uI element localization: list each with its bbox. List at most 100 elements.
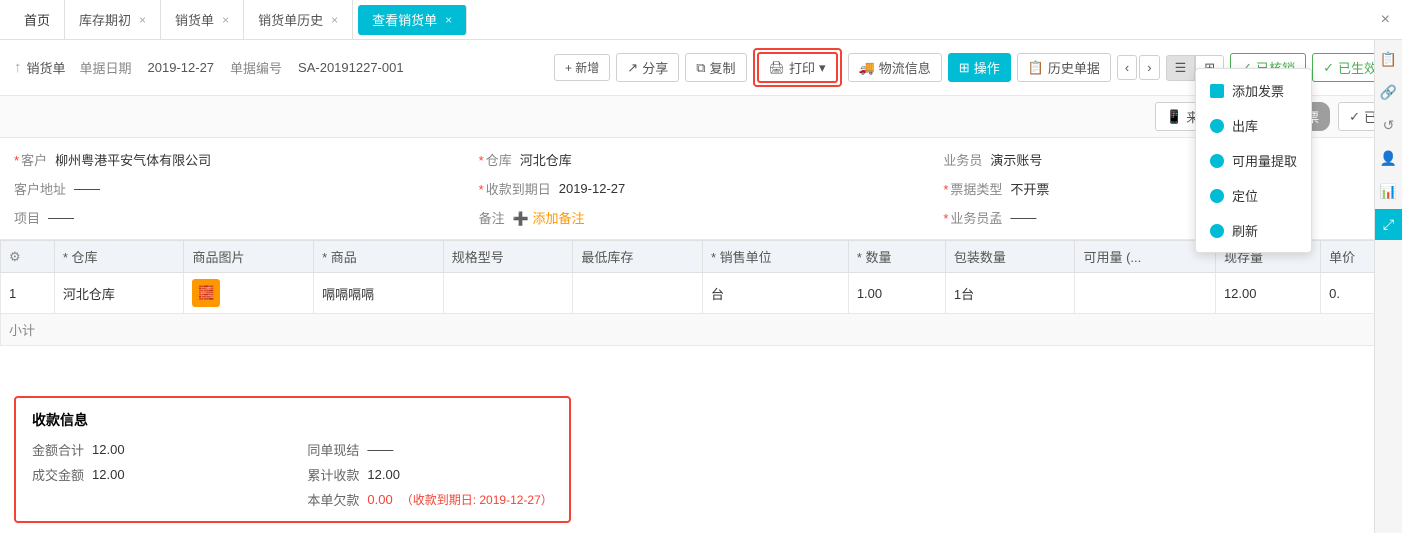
copy-button[interactable]: ⧉ 复制 [685,53,746,82]
operations-dropdown: 添加发票 出库 可用量提取 定位 刷新 [1195,68,1312,253]
main-content: ↑ 销货单 单据日期 2019-12-27 单据编号 SA-20191227-0… [0,40,1402,533]
col-warehouse: * 仓库 [54,241,184,273]
address-value: —— [74,181,100,196]
right-panel-icon-1[interactable]: 📋 [1375,44,1402,75]
tab-sales-history[interactable]: 销货单历史 × [244,0,353,39]
tab-view-close[interactable]: × [445,13,452,27]
print-icon: 🖨 [769,60,786,76]
dropdown-add-invoice[interactable]: 添加发票 [1196,73,1311,108]
salesperson-label: 业务员 [943,150,982,169]
note-row: 备注 ➕ 添加备注 [479,208,924,227]
ticket-type-row: 票据类型 不开票 [943,179,1388,198]
share-button[interactable]: ↗ 分享 [616,53,679,82]
bottom-section: 收款信息 金额合计 12.00 同单现结 —— 成交金额 12.00 [0,386,1402,533]
doc-type-badge: ↑ 销货单 [14,58,66,77]
salesperson2-value: —— [1010,210,1036,225]
tab-view-label: 查看销货单 [372,10,437,29]
list-view-button[interactable]: ☰ [1166,55,1196,81]
salesperson-value: 演示账号 [990,150,1042,169]
product-image: 🧱 [192,279,220,307]
right-panel-icon-3[interactable]: ↺ [1375,110,1402,141]
right-panel-icon-6[interactable]: ⤢ [1375,209,1402,240]
balance-label: 本单欠款 [307,490,359,509]
operations-button[interactable]: ⊞ 操作 [948,53,1011,82]
logistics-button[interactable]: 🚚 物流信息 [848,53,942,82]
tab-sales-label: 销货单 [175,10,214,29]
add-note-button[interactable]: ➕ 添加备注 [513,208,585,227]
doc-type-icon: ↑ [14,59,22,76]
copy-icon: ⧉ [696,60,705,76]
effective-icon: ✓ [1323,60,1334,76]
col-min-stock: 最低库存 [573,241,703,273]
tab-sales-close[interactable]: × [222,13,229,27]
right-panel-icon-5[interactable]: 📊 [1375,176,1402,207]
row-quantity: 1.00 [848,273,945,314]
doc-meta: 单据日期 2019-12-27 单据编号 SA-20191227-001 [80,58,404,77]
warehouse-value: 河北仓库 [520,150,572,169]
col-settings[interactable]: ⚙ [1,241,55,273]
dropdown-available-extract[interactable]: 可用量提取 [1196,143,1311,178]
table-row: 1 河北仓库 🧱 嗝嗝嗝嗝 台 1.00 1台 12.00 0. [1,273,1402,314]
row-sales-unit: 台 [702,273,848,314]
balance-hint: （收款到期日: 2019-12-27） [401,491,553,508]
subtotal-row: 小计 [1,314,1402,346]
settings-icon[interactable]: ⚙ [9,249,21,264]
dropdown-locate[interactable]: 定位 [1196,178,1311,213]
tab-inventory-label: 库存期初 [79,10,131,29]
total-value: 12.00 [92,442,125,457]
tab-home[interactable]: 首页 [10,0,65,39]
salesperson-row: 业务员 演示账号 [943,150,1388,169]
check-mark: ✓ [1349,109,1360,125]
customer-row: 客户 柳州粤港平安气体有限公司 [14,150,459,169]
share-icon: ↗ [627,60,638,76]
tab-inventory-start[interactable]: 库存期初 × [65,0,161,39]
prev-button[interactable]: ‹ [1117,55,1137,80]
salesperson2-label: 业务员孟 [943,208,1002,227]
total-row: 金额合计 12.00 [32,440,277,459]
history-icon: 📋 [1028,60,1044,76]
history-button[interactable]: 📋 历史单据 [1017,53,1111,82]
available-extract-icon [1210,154,1224,168]
add-button[interactable]: + 新增 [554,54,610,81]
tab-history-label: 销货单历史 [258,10,323,29]
row-warehouse: 河北仓库 [54,273,184,314]
next-button[interactable]: › [1139,55,1159,80]
warehouse-label: 仓库 [479,150,512,169]
col-product-img: 商品图片 [184,241,314,273]
dropdown-refresh[interactable]: 刷新 [1196,213,1311,248]
row-num: 1 [1,273,55,314]
operations-icon: ⊞ [959,60,970,76]
right-panel-icon-2[interactable]: 🔗 [1375,77,1402,108]
tab-bar: 首页 库存期初 × 销货单 × 销货单历史 × 查看销货单 × × [0,0,1402,40]
warehouse-row: 仓库 河北仓库 [479,150,924,169]
right-panel-icon-4[interactable]: 👤 [1375,143,1402,174]
date-label: 单据日期 [80,58,132,77]
cumulative-label: 累计收款 [307,465,359,484]
print-button[interactable]: 🖨 打印 ▾ [757,52,838,83]
customer-label: 客户 [14,150,47,169]
balance-row: 本单欠款 0.00 （收款到期日: 2019-12-27） [307,490,552,509]
salesperson2-row: 业务员孟 —— [943,208,1388,227]
mobile-icon: 📱 [1166,109,1182,125]
sub-toolbar: 📱 来自手机 ● 未开票 ✓ 已 [0,96,1402,138]
dropdown-out-warehouse[interactable]: 出库 [1196,108,1311,143]
tab-inventory-close[interactable]: × [139,13,146,27]
tab-history-close[interactable]: × [331,13,338,27]
ticket-type-value: 不开票 [1010,179,1049,198]
total-label: 金额合计 [32,440,84,459]
transaction-row: 成交金额 12.00 [32,465,277,484]
number-label: 单据编号 [230,58,282,77]
payment-grid: 金额合计 12.00 同单现结 —— 成交金额 12.00 累计收款 12.00 [32,440,553,509]
cumulative-value: 12.00 [367,467,400,482]
window-close-button[interactable]: × [1381,11,1390,29]
form-section: 客户 柳州粤港平安气体有限公司 仓库 河北仓库 业务员 演示账号 客户地址 ——… [0,138,1402,240]
tab-view-sales[interactable]: 查看销货单 × [358,5,467,35]
col-pack-qty: 包装数量 [945,241,1075,273]
project-value: —— [48,210,74,225]
row-min-stock [573,273,703,314]
print-highlight-box: 🖨 打印 ▾ [753,48,842,87]
tab-sales-order[interactable]: 销货单 × [161,0,244,39]
payment-info-title: 收款信息 [32,410,553,430]
project-label: 项目 [14,208,40,227]
col-quantity: * 数量 [848,241,945,273]
